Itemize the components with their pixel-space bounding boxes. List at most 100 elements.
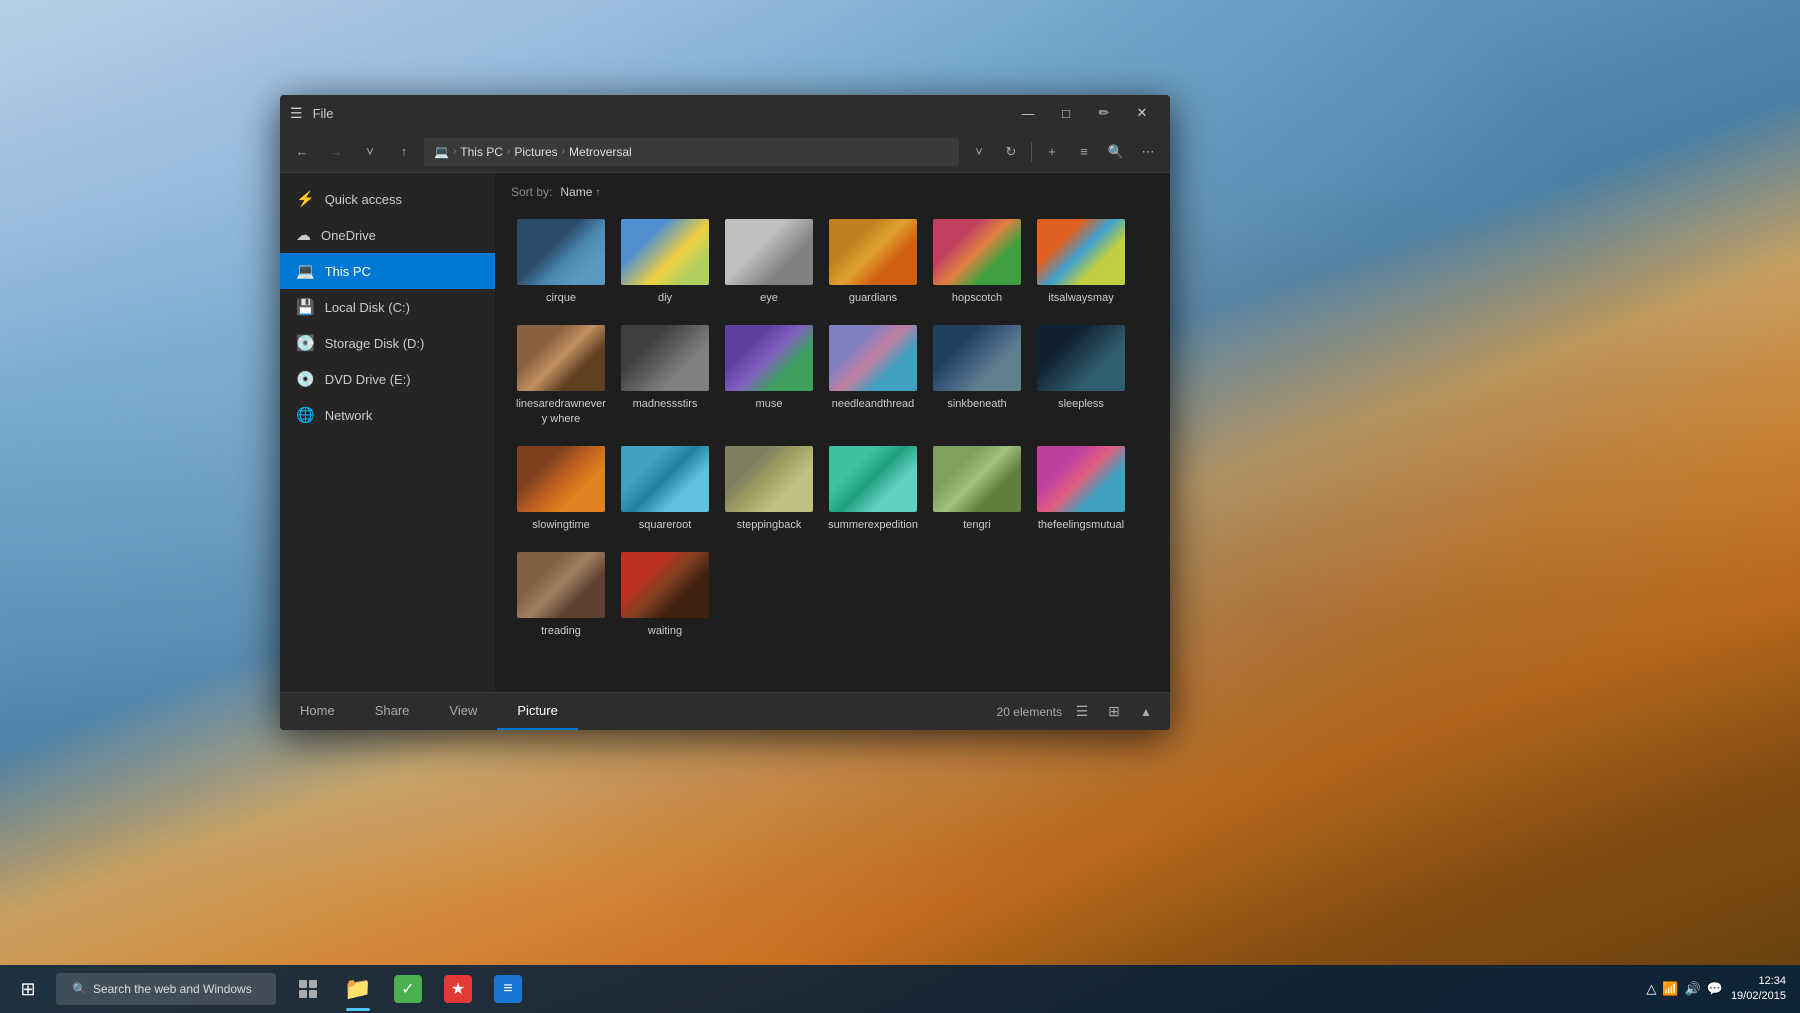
minimize-button[interactable]: — (1010, 99, 1046, 127)
folder-thumb-treading (517, 552, 605, 618)
folder-thumb-slowingtime (517, 446, 605, 512)
folder-thumb-sinkbeneath (933, 325, 1021, 391)
sidebar-item-local-c[interactable]: 💾 Local Disk (C:) (280, 289, 495, 325)
sidebar-item-onedrive[interactable]: ☁ OneDrive (280, 217, 495, 253)
message-icon[interactable]: 💬 (1707, 981, 1723, 997)
folder-thumb-madnessstirs (621, 325, 709, 391)
system-icons: △ 📶 🔊 💬 (1646, 981, 1723, 997)
dvd-drive-icon: 💿 (296, 370, 315, 388)
sidebar-item-quick-access[interactable]: ⚡ Quick access (280, 181, 495, 217)
folder-item-hopscotch[interactable]: hopscotch (927, 211, 1027, 313)
folder-item-needleandthread[interactable]: needleandthread (823, 317, 923, 434)
folder-item-tengri[interactable]: tengri (927, 438, 1027, 540)
list-view-button[interactable]: ☰ (1070, 700, 1094, 724)
taskbar-app-file-explorer[interactable]: 📁 (334, 965, 382, 1013)
search-bar[interactable]: 🔍 Search the web and Windows (56, 973, 276, 1005)
tab-view[interactable]: View (429, 693, 497, 730)
grid-view-button[interactable]: ⊞ (1102, 700, 1126, 724)
back-button[interactable]: ← (288, 138, 316, 166)
folder-item-waiting[interactable]: waiting (615, 544, 715, 646)
menu-icon[interactable]: ☰ (290, 105, 303, 122)
folder-item-slowingtime[interactable]: slowingtime (511, 438, 611, 540)
folder-thumb-steppingback (725, 446, 813, 512)
more-button[interactable]: ⋯ (1134, 138, 1162, 166)
folder-name-itsalwaysmay: itsalwaysmay (1048, 291, 1113, 305)
folder-item-sinkbeneath[interactable]: sinkbeneath (927, 317, 1027, 434)
tab-picture-label: Picture (517, 703, 557, 718)
sidebar: ⚡ Quick access ☁ OneDrive 💻 This PC 💾 Lo… (280, 173, 495, 692)
folder-name-tengri: tengri (963, 518, 991, 532)
folder-thumb-tengri (933, 446, 1021, 512)
sidebar-item-dvd-e[interactable]: 💿 DVD Drive (E:) (280, 361, 495, 397)
up-button[interactable]: ↑ (390, 138, 418, 166)
address-path[interactable]: 💻 › This PC › Pictures › Metroversal (424, 138, 959, 166)
folder-thumb-muse (725, 325, 813, 391)
sort-arrow-icon: ↑ (595, 187, 600, 198)
close-button[interactable]: ✕ (1124, 99, 1160, 127)
taskbar-app-green[interactable]: ✓ (384, 965, 432, 1013)
folder-name-treading: treading (541, 624, 581, 638)
forward-button[interactable]: → (322, 138, 350, 166)
folder-item-muse[interactable]: muse (719, 317, 819, 434)
sort-value[interactable]: Name ↑ (560, 185, 600, 199)
folder-name-summerexpedition: summerexpedition (828, 518, 918, 532)
folder-name-madnessstirs: madnessstirs (633, 397, 698, 411)
view-options-button[interactable]: ≡ (1070, 138, 1098, 166)
taskbar-apps: 📁 ✓ ★ ≡ (284, 965, 532, 1013)
sidebar-item-this-pc[interactable]: 💻 This PC (280, 253, 495, 289)
folder-item-treading[interactable]: treading (511, 544, 611, 646)
address-right: ˅ ↻ + ≡ 🔍 ⋯ (965, 138, 1162, 166)
search-button[interactable]: 🔍 (1102, 138, 1130, 166)
path-dropdown-btn[interactable]: ˅ (965, 138, 993, 166)
edit-button[interactable]: ✏ (1086, 99, 1122, 127)
red-app-icon: ★ (444, 975, 472, 1003)
search-icon: 🔍 (72, 982, 87, 996)
file-explorer-window: ☰ File — □ ✏ ✕ ← → ˅ ↑ 💻 › This PC › Pic… (280, 95, 1170, 730)
sidebar-item-network[interactable]: 🌐 Network (280, 397, 495, 433)
start-button[interactable]: ⊞ (4, 965, 52, 1013)
tab-view-label: View (449, 703, 477, 718)
folder-name-linesaredrawn: linesaredrawnevery where (515, 397, 607, 426)
expand-button[interactable]: ▲ (1134, 700, 1158, 724)
folder-item-itsalwaysmay[interactable]: itsalwaysmay (1031, 211, 1131, 313)
folder-name-muse: muse (756, 397, 783, 411)
content-area: Sort by: Name ↑ cirque diy ey (495, 173, 1170, 692)
file-explorer-taskbar-icon: 📁 (344, 975, 372, 1003)
path-metroversal[interactable]: Metroversal (569, 145, 632, 159)
folder-item-linesaredrawn[interactable]: linesaredrawnevery where (511, 317, 611, 434)
path-thispc[interactable]: This PC (460, 145, 503, 159)
folder-item-summerexpedition[interactable]: summerexpedition (823, 438, 923, 540)
folder-item-thefeelingsmutual[interactable]: thefeelingsmutual (1031, 438, 1131, 540)
folder-item-sleepless[interactable]: sleepless (1031, 317, 1131, 434)
notification-icon[interactable]: △ (1646, 981, 1656, 997)
tab-share[interactable]: Share (355, 693, 430, 730)
folder-item-squareroot[interactable]: squareroot (615, 438, 715, 540)
title-bar: ☰ File — □ ✏ ✕ (280, 95, 1170, 131)
folder-item-steppingback[interactable]: steppingback (719, 438, 819, 540)
folder-item-diy[interactable]: diy (615, 211, 715, 313)
new-tab-button[interactable]: + (1038, 138, 1066, 166)
maximize-button[interactable]: □ (1048, 99, 1084, 127)
tab-home[interactable]: Home (280, 693, 355, 730)
folder-name-cirque: cirque (546, 291, 576, 305)
taskbar-app-red[interactable]: ★ (434, 965, 482, 1013)
computer-icon: 💻 (434, 145, 449, 159)
taskbar-app-taskview[interactable] (284, 965, 332, 1013)
clock[interactable]: 12:34 19/02/2015 (1731, 974, 1786, 1005)
sidebar-item-storage-d[interactable]: 💽 Storage Disk (D:) (280, 325, 495, 361)
folder-item-cirque[interactable]: cirque (511, 211, 611, 313)
dropdown-button[interactable]: ˅ (356, 138, 384, 166)
quick-access-icon: ⚡ (296, 190, 315, 208)
folder-item-guardians[interactable]: guardians (823, 211, 923, 313)
folder-grid: cirque diy eye guardians hopscotch (511, 211, 1154, 646)
path-pictures[interactable]: Pictures (514, 145, 557, 159)
volume-icon[interactable]: 🔊 (1685, 981, 1701, 997)
network-status-icon[interactable]: 📶 (1662, 981, 1678, 997)
refresh-button[interactable]: ↻ (997, 138, 1025, 166)
folder-item-eye[interactable]: eye (719, 211, 819, 313)
folder-item-madnessstirs[interactable]: madnessstirs (615, 317, 715, 434)
taskbar-app-blue[interactable]: ≡ (484, 965, 532, 1013)
tab-picture[interactable]: Picture (497, 693, 577, 730)
network-icon: 🌐 (296, 406, 315, 424)
folder-thumb-guardians (829, 219, 917, 285)
